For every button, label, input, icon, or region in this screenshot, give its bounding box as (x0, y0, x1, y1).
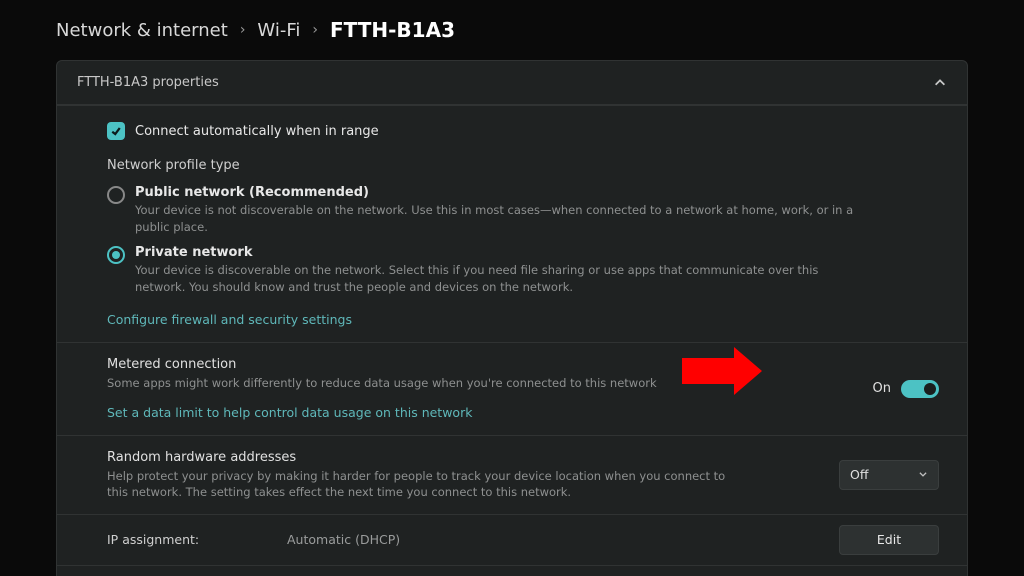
breadcrumb-wifi[interactable]: Wi-Fi (257, 20, 300, 41)
data-limit-link[interactable]: Set a data limit to help control data us… (107, 405, 472, 420)
network-profile-heading: Network profile type (107, 158, 939, 173)
public-network-radio[interactable] (107, 186, 125, 204)
random-hw-dropdown[interactable]: Off (839, 460, 939, 490)
ip-assignment-value: Automatic (DHCP) (287, 532, 839, 547)
auto-connect-checkbox[interactable] (107, 122, 125, 140)
properties-header-label: FTTH-B1A3 properties (77, 75, 219, 90)
chevron-down-icon (918, 467, 928, 482)
highlight-arrow-icon (682, 347, 762, 395)
random-hw-value: Off (850, 467, 868, 482)
properties-panel: FTTH-B1A3 properties Connect automatical… (56, 60, 968, 576)
ip-edit-button[interactable]: Edit (839, 525, 939, 555)
configure-firewall-link[interactable]: Configure firewall and security settings (107, 312, 352, 327)
private-network-label: Private network (135, 245, 865, 260)
metered-toggle[interactable] (901, 380, 939, 398)
chevron-right-icon: › (312, 22, 318, 38)
breadcrumb: Network & internet › Wi-Fi › FTTH-B1A3 (56, 18, 968, 42)
private-network-desc: Your device is discoverable on the netwo… (135, 262, 865, 295)
auto-connect-label: Connect automatically when in range (135, 124, 379, 139)
metered-desc: Some apps might work differently to redu… (107, 375, 727, 391)
random-hw-desc: Help protect your privacy by making it h… (107, 468, 727, 500)
public-network-desc: Your device is not discoverable on the n… (135, 202, 865, 235)
properties-expander[interactable]: FTTH-B1A3 properties (57, 61, 967, 105)
private-network-radio[interactable] (107, 246, 125, 264)
ip-assignment-label: IP assignment: (107, 532, 287, 547)
chevron-right-icon: › (240, 22, 246, 38)
public-network-label: Public network (Recommended) (135, 185, 865, 200)
metered-connection-row: Metered connection Some apps might work … (57, 342, 967, 435)
random-hardware-row: Random hardware addresses Help protect y… (57, 435, 967, 514)
chevron-up-icon (933, 76, 947, 90)
breadcrumb-root[interactable]: Network & internet (56, 20, 228, 41)
random-hw-title: Random hardware addresses (107, 450, 839, 465)
breadcrumb-current: FTTH-B1A3 (330, 18, 455, 42)
ip-assignment-row: IP assignment: Automatic (DHCP) Edit (57, 514, 967, 565)
dns-assignment-row: DNS server assignment: Automatic (DHCP) … (57, 565, 967, 576)
metered-toggle-label: On (873, 381, 891, 396)
